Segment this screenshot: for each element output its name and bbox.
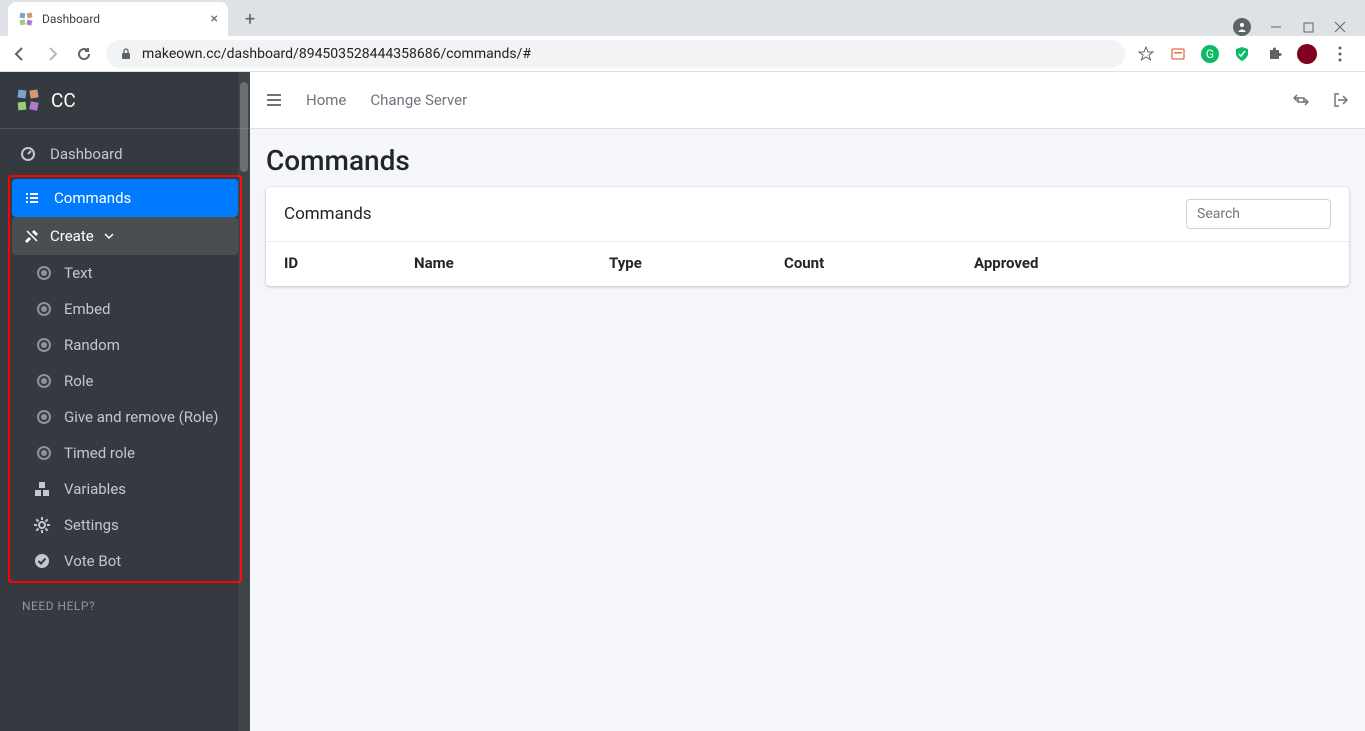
sidebar-scrollbar[interactable] [238, 72, 250, 731]
sidebar-label: Random [64, 336, 120, 354]
bullet-icon [34, 374, 54, 388]
commands-card: Commands ID Name Type Count Approved [266, 187, 1349, 286]
tab-close-icon[interactable]: × [211, 11, 218, 27]
sidebar-item-text[interactable]: Text [18, 255, 238, 291]
retweet-icon[interactable] [1293, 92, 1309, 108]
sidebar-label: Variables [64, 480, 126, 498]
topbar-link-home[interactable]: Home [306, 91, 346, 109]
sidebar-item-give-remove-role[interactable]: Give and remove (Role) [18, 399, 238, 435]
chevron-down-icon [104, 231, 114, 241]
url-text: makeown.cc/dashboard/894503528444358686/… [142, 46, 531, 62]
maximize-icon[interactable] [1301, 20, 1315, 34]
bullet-icon [34, 410, 54, 424]
minimize-icon[interactable] [1269, 20, 1283, 34]
window-controls [1215, 18, 1365, 36]
sidebar-label: Create [50, 227, 94, 245]
sidebar-item-create[interactable]: Create [12, 217, 238, 255]
app: CC Dashboard Commands [0, 72, 1365, 731]
account-icon[interactable] [1233, 18, 1251, 36]
sidebar-item-dashboard[interactable]: Dashboard [8, 135, 242, 173]
sidebar-nav: Dashboard Commands Create [0, 129, 250, 625]
sidebar-label: Give and remove (Role) [64, 408, 218, 426]
profile-avatar-icon[interactable] [1297, 44, 1317, 64]
sidebar-label: Vote Bot [64, 552, 121, 570]
extension-icons: G [1137, 44, 1355, 64]
th-type: Type [609, 254, 784, 272]
sidebar-label: Commands [54, 189, 131, 207]
sidebar-item-timed-role[interactable]: Timed role [18, 435, 238, 471]
chrome-menu-icon[interactable] [1331, 45, 1349, 63]
sidebar-group-highlighted: Commands Create Text Embed Random Role [8, 175, 242, 583]
sidebar-label: Text [64, 264, 93, 282]
sidebar-label: Settings [64, 516, 119, 534]
hamburger-icon[interactable] [266, 92, 282, 108]
th-id: ID [284, 254, 414, 272]
address-bar: makeown.cc/dashboard/894503528444358686/… [0, 36, 1365, 72]
logout-icon[interactable] [1333, 92, 1349, 108]
new-tab-button[interactable]: + [236, 5, 264, 33]
back-icon[interactable] [10, 44, 30, 64]
forward-icon[interactable] [42, 44, 62, 64]
sidebar-item-commands[interactable]: Commands [12, 179, 238, 217]
lock-icon [120, 48, 132, 60]
topbar-link-change-server[interactable]: Change Server [370, 91, 467, 109]
favicon-icon [18, 11, 34, 27]
scrollbar-thumb[interactable] [240, 82, 248, 172]
extensions-puzzle-icon[interactable] [1265, 45, 1283, 63]
sidebar-label: Timed role [64, 444, 135, 462]
tab-title: Dashboard [42, 12, 100, 26]
brand[interactable]: CC [0, 72, 250, 129]
tools-icon [24, 228, 40, 244]
bookmark-star-icon[interactable] [1137, 45, 1155, 63]
tab-bar: Dashboard × + [0, 0, 1365, 36]
sidebar-item-variables[interactable]: Variables [18, 471, 238, 507]
sidebar-label: Embed [64, 300, 111, 318]
brand-logo-icon [15, 87, 41, 113]
bullet-icon [34, 446, 54, 460]
sidebar-label: Dashboard [50, 145, 123, 163]
topbar: Home Change Server [250, 72, 1365, 129]
sidebar-label: Role [64, 372, 93, 390]
search-input[interactable] [1186, 199, 1331, 229]
search-box [1186, 199, 1331, 229]
reload-icon[interactable] [74, 44, 94, 64]
table-header-row: ID Name Type Count Approved [266, 242, 1349, 286]
page-header: Commands [250, 129, 1365, 187]
card-title: Commands [284, 204, 372, 224]
th-name: Name [414, 254, 609, 272]
browser-chrome: Dashboard × + [0, 0, 1365, 72]
cubes-icon [34, 481, 54, 497]
gear-icon [34, 517, 54, 533]
th-approved: Approved [974, 254, 1124, 272]
check-circle-icon [34, 553, 54, 569]
bullet-icon [34, 266, 54, 280]
bullet-icon [34, 338, 54, 352]
adblock-shield-icon[interactable] [1233, 45, 1251, 63]
grammarly-icon[interactable]: G [1201, 45, 1219, 63]
page-title: Commands [266, 144, 1349, 177]
sidebar-section-need-help: NEED HELP? [8, 585, 242, 619]
sidebar-item-vote-bot[interactable]: Vote Bot [18, 543, 238, 579]
close-window-icon[interactable] [1333, 20, 1347, 34]
card-header: Commands [266, 187, 1349, 242]
browser-tab[interactable]: Dashboard × [8, 2, 228, 36]
th-count: Count [784, 254, 974, 272]
list-icon [24, 190, 44, 206]
bullet-icon [34, 302, 54, 316]
url-input[interactable]: makeown.cc/dashboard/894503528444358686/… [106, 40, 1125, 68]
sidebar-submenu-create: Text Embed Random Role Give and remove (… [12, 255, 238, 579]
sidebar: CC Dashboard Commands [0, 72, 250, 731]
brand-name: CC [51, 89, 76, 112]
sidebar-item-settings[interactable]: Settings [18, 507, 238, 543]
extension-generic-icon[interactable] [1169, 45, 1187, 63]
dashboard-icon [20, 146, 40, 162]
sidebar-item-embed[interactable]: Embed [18, 291, 238, 327]
sidebar-item-role[interactable]: Role [18, 363, 238, 399]
topbar-right [1293, 92, 1349, 108]
sidebar-item-random[interactable]: Random [18, 327, 238, 363]
main-content: Home Change Server Commands Commands [250, 72, 1365, 731]
